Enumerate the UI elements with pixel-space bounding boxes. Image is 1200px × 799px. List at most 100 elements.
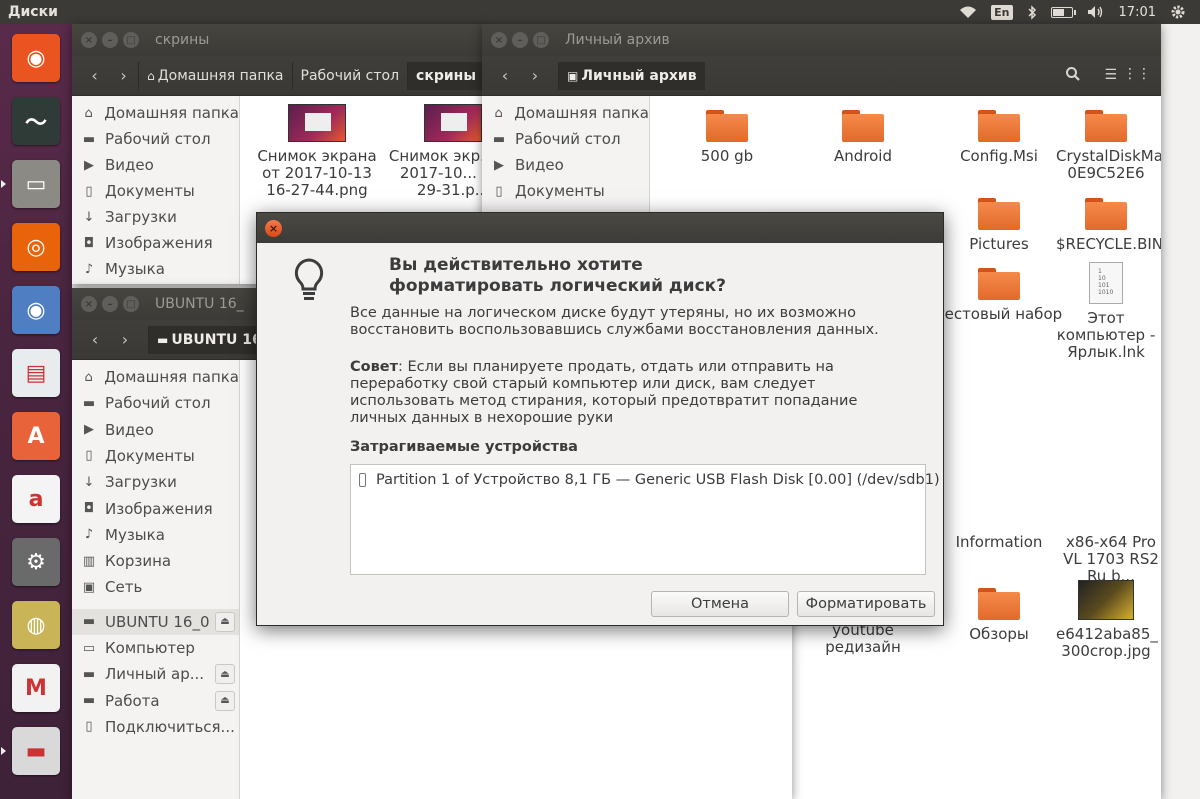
sidebar-item[interactable]: ↓ Загрузки xyxy=(72,469,239,495)
device-row[interactable]: Partition 1 of Устройство 8,1 ГБ — Gener… xyxy=(359,472,940,488)
back-arrow-icon[interactable]: ‹ xyxy=(490,62,520,90)
minimize-icon[interactable]: – xyxy=(512,32,528,48)
back-arrow-icon[interactable]: ‹ xyxy=(80,326,110,354)
file-item[interactable]: 1 10 101 1010 Этот компьютер - Ярлык.lnk xyxy=(1056,262,1156,361)
sidebar-item-video[interactable]: ▶ Видео xyxy=(72,152,239,178)
volume-icon[interactable] xyxy=(1087,5,1105,19)
sidebar-item-documents[interactable]: ▯ Документы xyxy=(72,178,239,204)
sidebar-item[interactable]: ▬ Работа ⏏ xyxy=(72,688,239,714)
format-button[interactable]: Форматировать xyxy=(797,591,935,617)
launcher-chromium[interactable]: ◉ xyxy=(8,282,64,338)
maximize-icon[interactable]: □ xyxy=(533,32,549,48)
minimize-icon[interactable]: – xyxy=(102,32,118,48)
sidebar-item[interactable]: ▬ Рабочий стол xyxy=(72,390,239,416)
sidebar-item[interactable]: ▯ Документы xyxy=(72,443,239,469)
affected-devices-list[interactable]: Partition 1 of Устройство 8,1 ГБ — Gener… xyxy=(350,464,940,575)
breadcrumb-desktop[interactable]: Рабочий стол xyxy=(291,61,408,90)
launcher-usb-drive[interactable]: ▬ xyxy=(8,723,64,779)
sidebar-item[interactable]: ▣ Сеть xyxy=(72,574,239,600)
bluetooth-icon[interactable] xyxy=(1027,4,1037,20)
folder-item[interactable]: Config.Msi xyxy=(934,110,1064,165)
sidebar-item-home[interactable]: ⌂ Домашняя папка xyxy=(72,100,239,126)
file-item[interactable]: Снимок экр... от 2017-10... 16-29-31.p..… xyxy=(388,104,484,199)
launcher-libreoffice-draw[interactable]: ▤ xyxy=(8,345,64,401)
sidebar-item[interactable]: ▶ Видео xyxy=(72,417,239,443)
eject-icon[interactable]: ⏏ xyxy=(215,611,235,632)
wifi-icon[interactable] xyxy=(959,5,977,19)
launcher-system-settings[interactable]: ⚙ xyxy=(8,534,64,590)
folder-item[interactable]: CrystalDiskMark 0E9C52E6 xyxy=(1056,110,1161,182)
gear-icon[interactable] xyxy=(1170,4,1186,20)
window-titlebar[interactable]: × – □ Личный архив xyxy=(482,24,1161,56)
forward-arrow-icon[interactable]: › xyxy=(109,62,138,90)
sidebar-item-documents[interactable]: ▯ Документы xyxy=(482,178,649,204)
launcher-gmail[interactable]: M xyxy=(8,660,64,716)
battery-icon[interactable] xyxy=(1050,6,1076,18)
close-icon[interactable]: × xyxy=(265,220,282,237)
close-icon[interactable]: × xyxy=(81,296,97,312)
close-icon[interactable]: × xyxy=(491,32,507,48)
forward-arrow-icon[interactable]: › xyxy=(520,62,550,90)
window-titlebar[interactable]: × – □ скрины xyxy=(72,24,484,56)
breadcrumb-screens[interactable]: скрины xyxy=(407,61,484,90)
sidebar-item-music[interactable]: ♪ Музыка xyxy=(72,256,239,282)
sidebar-item[interactable]: ⌂ Домашняя папка xyxy=(72,364,239,390)
eject-icon[interactable]: ⏏ xyxy=(215,664,235,685)
sidebar-item[interactable]: ▯ Подключиться... xyxy=(72,714,239,740)
launcher-files[interactable]: ▭ xyxy=(8,156,64,212)
folder-item[interactable]: тестовый набор xyxy=(934,268,1064,323)
sidebar-item-label: Компьютер xyxy=(105,639,195,657)
home-icon: ⌂ xyxy=(84,369,93,385)
cancel-button[interactable]: Отмена xyxy=(651,591,789,617)
launcher-ubuntu[interactable]: ◉ xyxy=(8,30,64,86)
back-arrow-icon[interactable]: ‹ xyxy=(80,62,109,90)
file-item[interactable]: e6412aba85_ 300crop.jpg xyxy=(1056,580,1158,660)
folder-item[interactable]: Pictures xyxy=(934,198,1064,253)
list-view-icon[interactable]: ☰ xyxy=(1104,68,1117,82)
launcher-software-center[interactable]: A xyxy=(8,408,64,464)
sidebar-item[interactable]: ♪ Музыка xyxy=(72,522,239,548)
maximize-icon[interactable]: □ xyxy=(123,296,139,312)
file-item[interactable]: Снимок экрана от 2017-10-13 16-27-44.png xyxy=(252,104,382,199)
maximize-icon[interactable]: □ xyxy=(123,32,139,48)
launcher-firefox[interactable]: ◎ xyxy=(8,219,64,275)
folder-item[interactable]: Обзоры xyxy=(934,588,1064,643)
tip-label: Совет xyxy=(350,359,399,375)
clock[interactable]: 17:01 xyxy=(1119,5,1156,20)
folder-item[interactable]: x86-x64 Pro VL 1703 RS2 Ru b... xyxy=(1056,534,1161,585)
dialog-heading: Вы действительно хотите форматировать ло… xyxy=(389,255,727,296)
search-icon[interactable] xyxy=(1065,66,1081,86)
folder-item[interactable]: $RECYCLE.BIN xyxy=(1056,198,1161,253)
breadcrumb-home[interactable]: ⌂ Домашняя папка xyxy=(138,61,291,90)
grid-view-icon[interactable]: ⋮⋮ xyxy=(1123,66,1151,82)
sidebar-item-label: Домашняя папка xyxy=(104,368,239,386)
folder-icon xyxy=(842,110,884,142)
launcher-rhythmbox[interactable]: ◍ xyxy=(8,597,64,653)
forward-arrow-icon[interactable]: › xyxy=(110,326,140,354)
sidebar-item[interactable]: ◘ Изображения xyxy=(72,496,239,522)
sidebar-item-downloads[interactable]: ↓ Загрузки xyxy=(72,204,239,230)
sidebar-item-home[interactable]: ⌂ Домашняя папка xyxy=(482,100,649,126)
system-settings-icon: ⚙ xyxy=(12,538,60,586)
launcher-amazon[interactable]: a xyxy=(8,471,64,527)
sidebar-item-images[interactable]: ◘ Изображения xyxy=(72,230,239,256)
network-icon: ▣ xyxy=(82,579,96,595)
breadcrumb-archive[interactable]: ▣ Личный архив xyxy=(558,61,705,90)
sidebar-item[interactable]: ▬ Личный ар... ⏏ xyxy=(72,661,239,687)
folder-item[interactable]: 500 gb xyxy=(662,110,792,165)
sidebar-item-desktop[interactable]: ▬ Рабочий стол xyxy=(482,126,649,152)
eject-icon[interactable]: ⏏ xyxy=(215,690,235,711)
close-icon[interactable]: × xyxy=(81,32,97,48)
keyboard-layout-indicator[interactable]: En xyxy=(991,4,1013,20)
minimize-icon[interactable]: – xyxy=(102,296,118,312)
sidebar-item-desktop[interactable]: ▬ Рабочий стол xyxy=(72,126,239,152)
launcher-system-monitor[interactable]: 〜 xyxy=(8,93,64,149)
dialog-titlebar[interactable]: × xyxy=(257,213,943,243)
folder-item[interactable]: Android xyxy=(798,110,928,165)
folder-item[interactable]: Information xyxy=(934,534,1064,551)
folder-item[interactable]: youtube редизайн xyxy=(798,622,928,656)
sidebar-item[interactable]: ▬ UBUNTU 16_0 ⏏ xyxy=(72,608,239,635)
sidebar-item-video[interactable]: ▶ Видео xyxy=(482,152,649,178)
sidebar-item[interactable]: ▭ Компьютер xyxy=(72,635,239,661)
sidebar-item[interactable]: ▥ Корзина xyxy=(72,548,239,574)
